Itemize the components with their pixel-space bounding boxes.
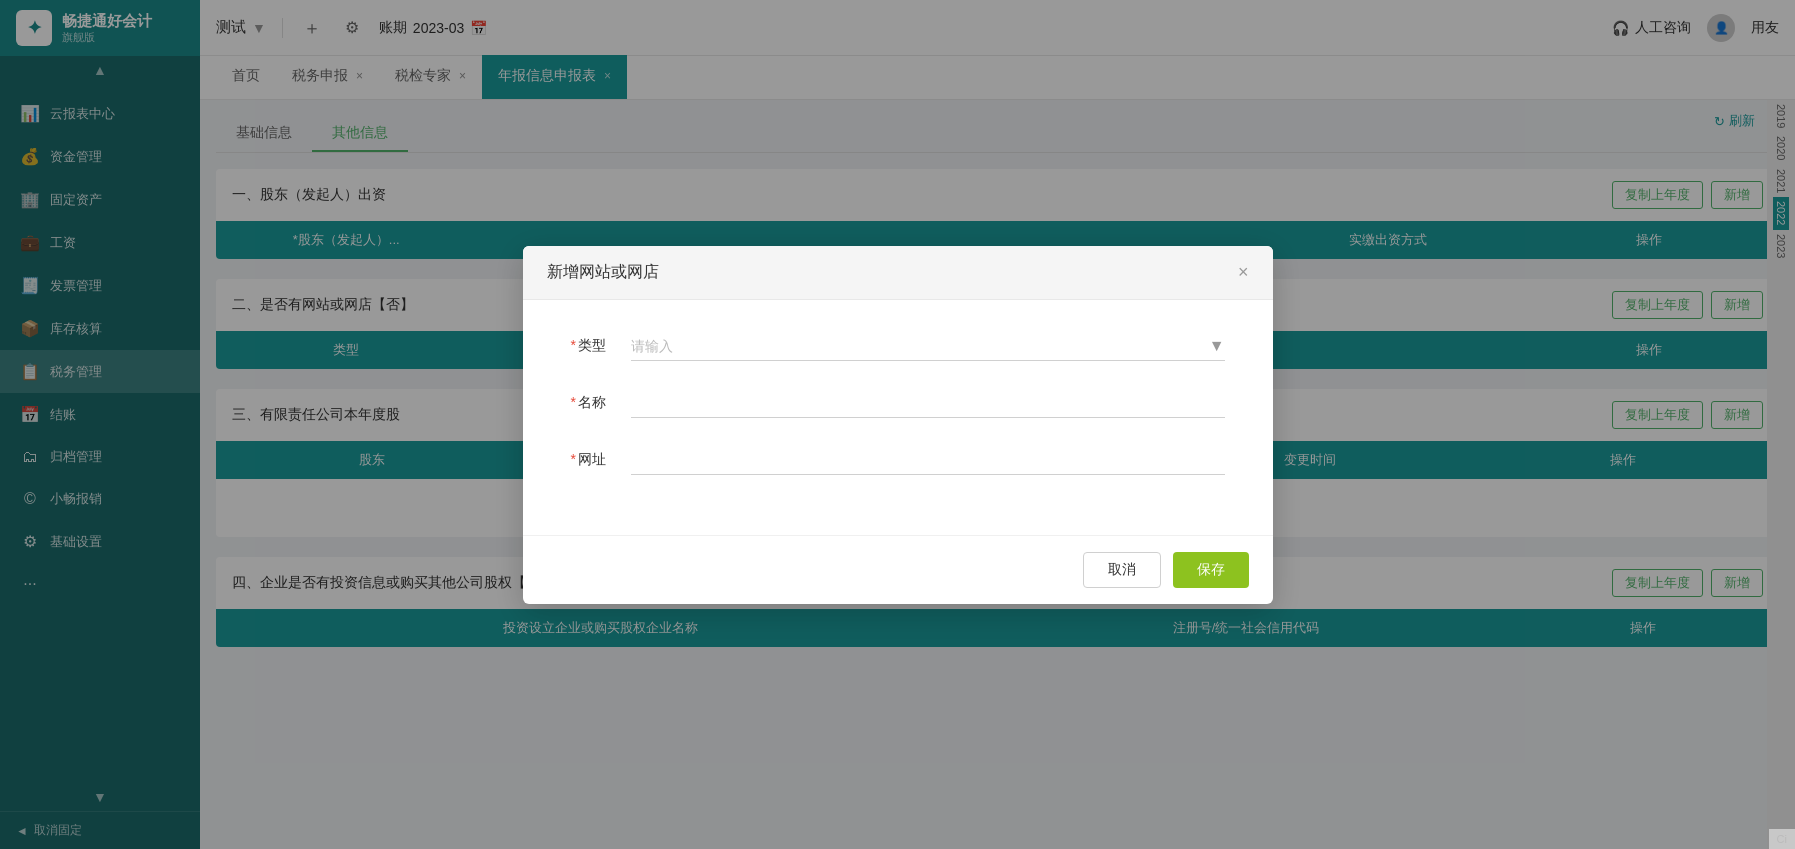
url-label: *网址 xyxy=(571,451,631,469)
modal-footer: 取消 保存 xyxy=(523,535,1273,604)
required-asterisk3: * xyxy=(571,451,576,467)
name-input-wrap xyxy=(631,389,1225,418)
form-field-url: *网址 xyxy=(571,446,1225,475)
modal-title: 新增网站或网店 xyxy=(547,262,659,283)
modal-body: *类型 ▼ *名称 *网址 xyxy=(523,300,1273,535)
modal-add-website: 新增网站或网店 × *类型 ▼ *名称 xyxy=(523,246,1273,604)
form-field-name: *名称 xyxy=(571,389,1225,418)
modal-overlay[interactable]: 新增网站或网店 × *类型 ▼ *名称 xyxy=(0,0,1795,849)
type-input[interactable] xyxy=(631,332,1225,360)
save-button[interactable]: 保存 xyxy=(1173,552,1249,588)
type-label: *类型 xyxy=(571,337,631,355)
name-label: *名称 xyxy=(571,394,631,412)
name-input[interactable] xyxy=(631,389,1225,417)
required-asterisk: * xyxy=(571,337,576,353)
watermark: Ci xyxy=(1769,829,1795,849)
type-dropdown-arrow[interactable]: ▼ xyxy=(1209,337,1225,355)
cancel-button[interactable]: 取消 xyxy=(1083,552,1161,588)
form-field-type: *类型 ▼ xyxy=(571,332,1225,361)
url-input[interactable] xyxy=(631,446,1225,474)
modal-close-button[interactable]: × xyxy=(1238,262,1249,283)
type-input-wrap: ▼ xyxy=(631,332,1225,361)
url-input-wrap xyxy=(631,446,1225,475)
required-asterisk2: * xyxy=(571,394,576,410)
modal-header: 新增网站或网店 × xyxy=(523,246,1273,300)
